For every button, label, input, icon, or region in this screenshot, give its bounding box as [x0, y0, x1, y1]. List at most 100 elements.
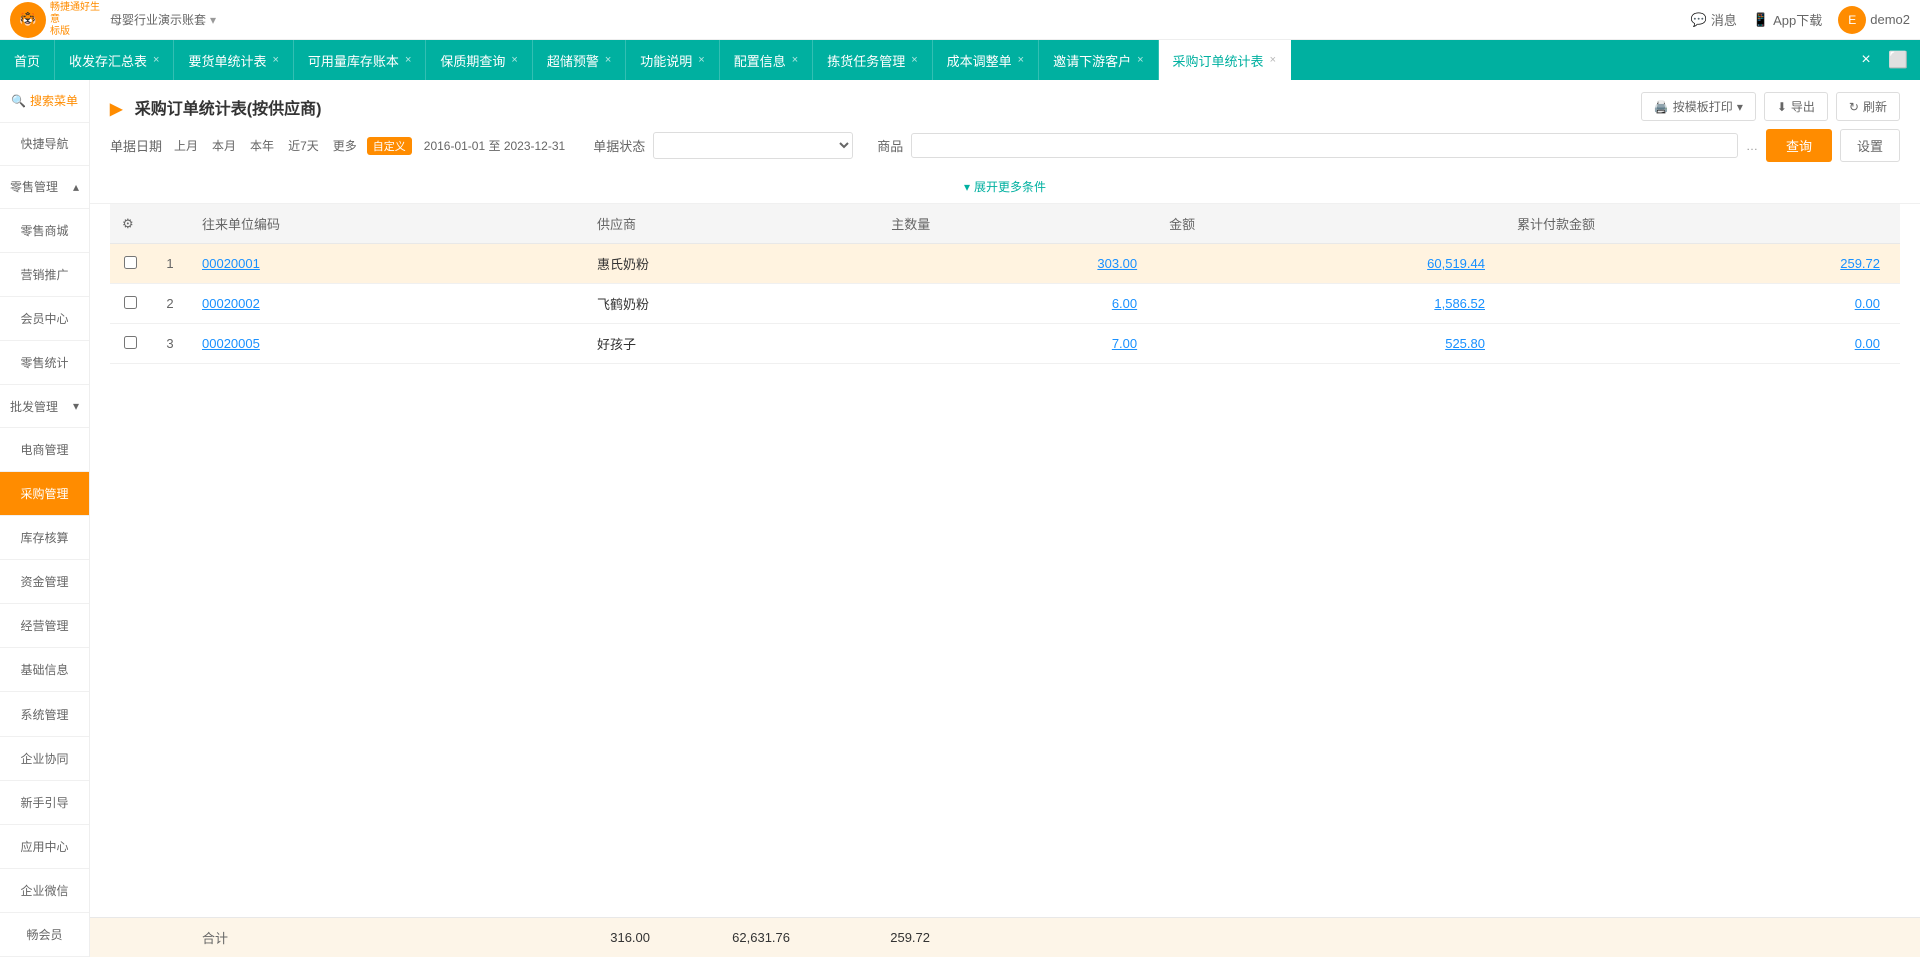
tab-func-desc[interactable]: 功能说明 ×: [626, 40, 719, 80]
row-paid-amount[interactable]: 0.00: [1505, 284, 1900, 324]
close-icon[interactable]: ×: [911, 54, 917, 66]
tab-config[interactable]: 配置信息 ×: [720, 40, 813, 80]
sidebar-item-retail-mgmt[interactable]: 零售管理 ▴: [0, 166, 89, 209]
checkbox-input[interactable]: [124, 256, 137, 269]
row-main-qty[interactable]: 303.00: [879, 244, 1157, 284]
close-icon[interactable]: ×: [605, 54, 611, 66]
shortcut-this-year[interactable]: 本年: [246, 135, 278, 156]
goods-filter-label: 商品: [877, 136, 903, 155]
row-paid-amount[interactable]: 259.72: [1505, 244, 1900, 284]
status-select-wrapper: [653, 132, 853, 159]
tab-overstock[interactable]: 超储预警 ×: [533, 40, 626, 80]
sidebar-item-marketing[interactable]: 营销推广: [0, 253, 89, 297]
shortcut-more[interactable]: 更多: [329, 135, 361, 156]
tab-goods-stats[interactable]: 要货单统计表 ×: [174, 40, 293, 80]
nav-close-btn[interactable]: ×: [1852, 46, 1880, 74]
row-unit-code[interactable]: 00020005: [190, 324, 585, 364]
close-icon[interactable]: ×: [1018, 54, 1024, 66]
shortcut-last-month[interactable]: 上月: [170, 135, 202, 156]
row-paid-amount[interactable]: 0.00: [1505, 324, 1900, 364]
close-icon[interactable]: ×: [272, 54, 278, 66]
tab-receive-summary[interactable]: 收发存汇总表 ×: [55, 40, 174, 80]
sidebar-item-collab[interactable]: 企业协同: [0, 737, 89, 781]
settings-button[interactable]: 设置: [1840, 129, 1900, 162]
sidebar-item-label: 零售统计: [20, 354, 68, 371]
shortcut-this-month[interactable]: 本月: [208, 135, 240, 156]
sidebar-item-member[interactable]: 会员中心: [0, 297, 89, 341]
sidebar-item-system[interactable]: 系统管理: [0, 692, 89, 736]
goods-more-icon[interactable]: …: [1746, 139, 1758, 153]
tab-home[interactable]: 首页: [0, 40, 55, 80]
app-download-btn[interactable]: 📱 App下载: [1753, 10, 1822, 29]
expand-more-btn[interactable]: ▾ 展开更多条件: [964, 178, 1046, 195]
tab-cost-adjust[interactable]: 成本调整单 ×: [933, 40, 1039, 80]
close-icon[interactable]: ×: [792, 54, 798, 66]
sidebar-item-inventory[interactable]: 库存核算: [0, 516, 89, 560]
close-icon[interactable]: ×: [405, 54, 411, 66]
message-icon: 💬: [1691, 12, 1707, 28]
sidebar-item-newbie[interactable]: 新手引导: [0, 781, 89, 825]
message-btn[interactable]: 💬 消息: [1691, 10, 1737, 29]
printer-icon: 🖨️: [1654, 100, 1669, 114]
sidebar-search[interactable]: 🔍 搜索菜单: [0, 80, 89, 123]
shortcut-7days[interactable]: 近7天: [284, 135, 323, 156]
tab-shelf-life[interactable]: 保质期查询 ×: [426, 40, 532, 80]
export-icon: ⬇: [1777, 100, 1787, 114]
date-shortcuts: 上月 本月 本年 近7天 更多 自定义: [170, 135, 412, 156]
close-icon[interactable]: ×: [511, 54, 517, 66]
row-checkbox[interactable]: [110, 244, 150, 284]
row-main-qty[interactable]: 6.00: [879, 284, 1157, 324]
sidebar-item-wholesale[interactable]: 批发管理 ▾: [0, 385, 89, 428]
row-main-qty[interactable]: 7.00: [879, 324, 1157, 364]
sidebar-item-label: 资金管理: [20, 573, 68, 590]
sidebar-item-retail-shop[interactable]: 零售商城: [0, 209, 89, 253]
close-icon[interactable]: ×: [153, 54, 159, 66]
export-button[interactable]: ⬇ 导出: [1764, 92, 1828, 121]
nav-maximize-btn[interactable]: ⬜: [1884, 46, 1912, 74]
row-checkbox[interactable]: [110, 324, 150, 364]
row-unit-code[interactable]: 00020001: [190, 244, 585, 284]
page-title: ▶ 采购订单统计表(按供应商): [110, 95, 321, 119]
sidebar-item-app-center[interactable]: 应用中心: [0, 825, 89, 869]
row-unit-code[interactable]: 00020002: [190, 284, 585, 324]
filter-row-expand: ▾ 展开更多条件: [110, 170, 1900, 203]
user-area[interactable]: E demo2: [1838, 6, 1910, 34]
table-row[interactable]: 3 00020005 好孩子 7.00 525.80 0.00: [110, 324, 1900, 364]
row-amount[interactable]: 525.80: [1157, 324, 1505, 364]
sidebar-item-wechat[interactable]: 企业微信: [0, 869, 89, 913]
query-button[interactable]: 查询: [1766, 129, 1832, 162]
tab-available-stock[interactable]: 可用量库存账本 ×: [294, 40, 426, 80]
sidebar-quicknav[interactable]: 快捷导航: [0, 123, 89, 166]
row-amount[interactable]: 1,586.52: [1157, 284, 1505, 324]
print-button[interactable]: 🖨️ 按模板打印 ▾: [1641, 92, 1756, 121]
expand-sidebar-btn[interactable]: ▶: [110, 101, 122, 118]
checkbox-input[interactable]: [124, 296, 137, 309]
sidebar-item-label: 畅会员: [26, 926, 62, 943]
search-label: 搜索菜单: [30, 92, 78, 109]
logo-text: 畅捷通好生意 标版: [50, 2, 100, 38]
sidebar-item-operations[interactable]: 经营管理: [0, 604, 89, 648]
checkbox-input[interactable]: [124, 336, 137, 349]
sidebar-item-finance[interactable]: 资金管理: [0, 560, 89, 604]
close-icon[interactable]: ×: [1137, 54, 1143, 66]
sidebar-item-basic-info[interactable]: 基础信息: [0, 648, 89, 692]
footer-total-label: 合计: [202, 931, 228, 946]
sidebar-item-ecommerce[interactable]: 电商管理: [0, 428, 89, 472]
row-amount[interactable]: 60,519.44: [1157, 244, 1505, 284]
sidebar-item-member2[interactable]: 畅会员: [0, 913, 89, 957]
close-icon[interactable]: ×: [1270, 54, 1276, 66]
settings-icon[interactable]: ⚙: [122, 216, 134, 231]
close-icon[interactable]: ×: [698, 54, 704, 66]
refresh-button[interactable]: ↻ 刷新: [1836, 92, 1900, 121]
sidebar-item-label: 企业微信: [20, 882, 68, 899]
table-row[interactable]: 1 00020001 惠氏奶粉 303.00 60,519.44 259.72: [110, 244, 1900, 284]
sidebar-item-retail-stats[interactable]: 零售统计: [0, 341, 89, 385]
goods-search-input[interactable]: [911, 133, 1738, 158]
row-checkbox[interactable]: [110, 284, 150, 324]
sidebar-item-purchase[interactable]: 采购管理: [0, 472, 89, 516]
table-row[interactable]: 2 00020002 飞鹤奶粉 6.00 1,586.52 0.00: [110, 284, 1900, 324]
status-select[interactable]: [653, 132, 853, 159]
tab-pick-task[interactable]: 拣货任务管理 ×: [813, 40, 932, 80]
tab-invite-downstream[interactable]: 邀请下游客户 ×: [1039, 40, 1158, 80]
tab-purchase-order-stats[interactable]: 采购订单统计表 ×: [1159, 40, 1291, 80]
